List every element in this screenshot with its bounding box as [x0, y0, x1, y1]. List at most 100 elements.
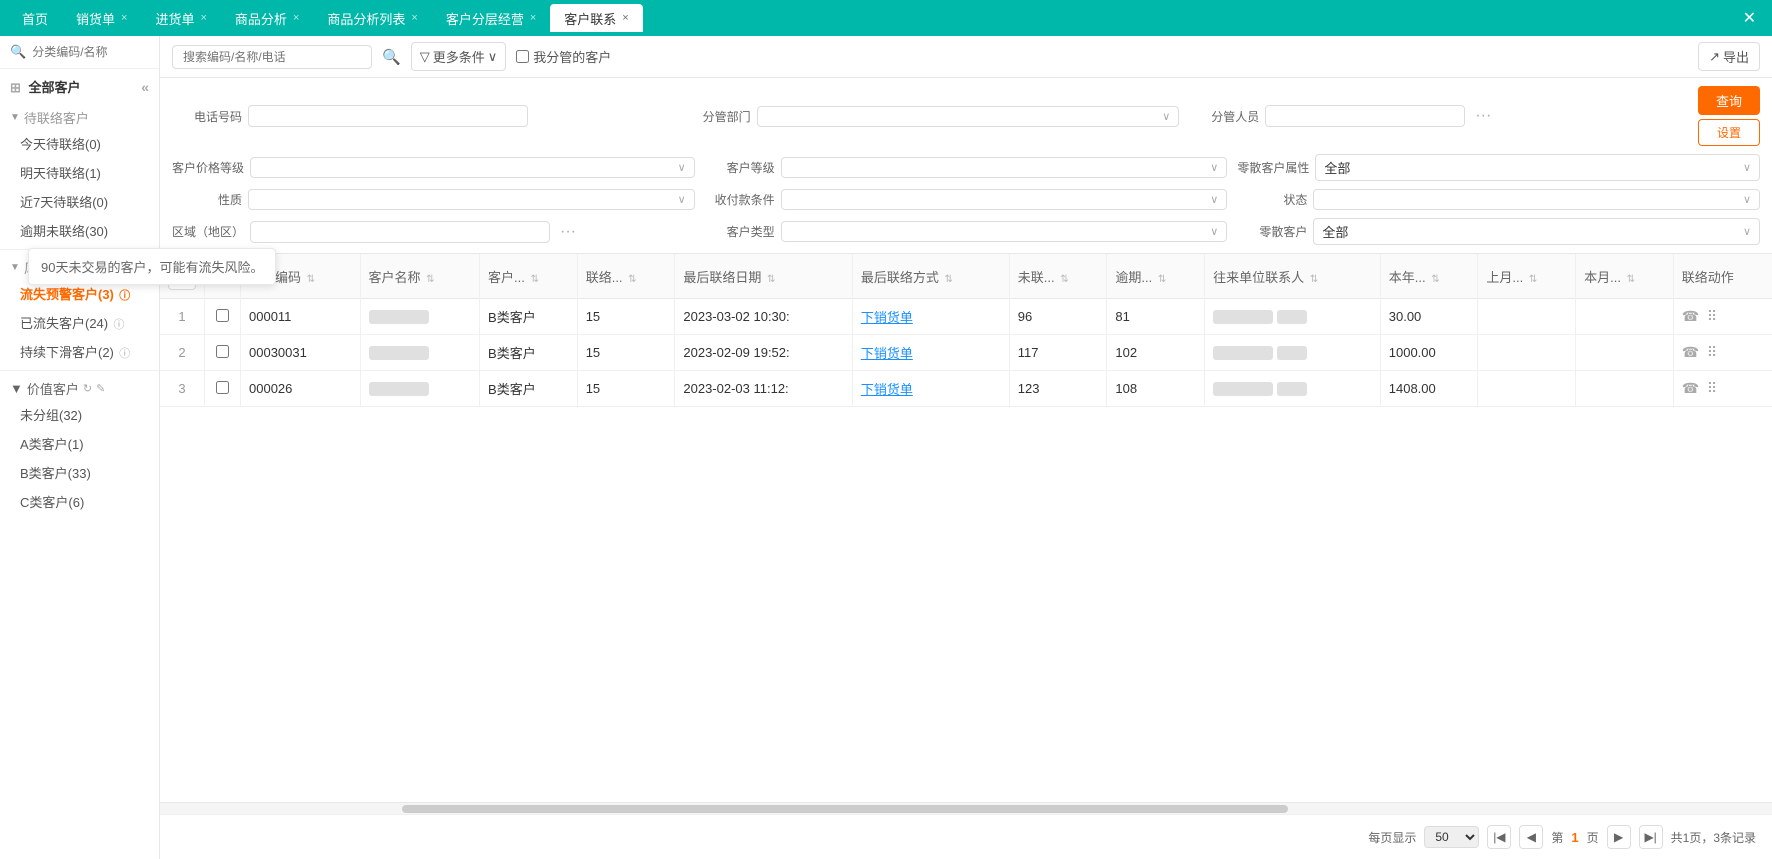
- customer-level-select[interactable]: ∨: [781, 157, 1228, 178]
- sidebar-collapse-btn[interactable]: «: [141, 79, 149, 95]
- td-last-method-2[interactable]: 下销货单: [852, 371, 1009, 407]
- my-customers-checkbox-area[interactable]: 我分管的客户: [516, 47, 611, 66]
- tab-sales[interactable]: 销货单 ×: [62, 4, 141, 32]
- action-phone-icon-0[interactable]: ☎: [1682, 308, 1699, 324]
- export-button[interactable]: ↗ 导出: [1698, 42, 1760, 71]
- td-row-num-1: 2: [160, 335, 205, 371]
- tab-goods-list-close[interactable]: ×: [411, 12, 417, 24]
- row-checkbox-2[interactable]: [216, 381, 229, 394]
- zero-customer-chevron: ∨: [1743, 225, 1751, 238]
- prev-page-button[interactable]: ◀: [1519, 825, 1543, 849]
- td-last-method-0[interactable]: 下销货单: [852, 299, 1009, 335]
- code-sort-icon[interactable]: ⇅: [307, 274, 315, 285]
- tooltip-text: 90天未交易的客户，可能有流失风险。: [41, 260, 160, 275]
- tab-purchase[interactable]: 进货单 ×: [141, 4, 220, 32]
- region-more-icon[interactable]: ···: [560, 223, 576, 241]
- staff-more-icon[interactable]: ···: [1475, 107, 1491, 125]
- staff-input[interactable]: [1265, 105, 1465, 127]
- price-level-select[interactable]: ∨: [250, 157, 695, 178]
- status-select[interactable]: ∨: [1313, 189, 1760, 210]
- action-more-icon-2[interactable]: ⠿: [1707, 380, 1717, 396]
- payment-select[interactable]: ∨: [781, 189, 1228, 210]
- zero-customer-select[interactable]: 全部 ∨: [1313, 218, 1760, 245]
- action-more-icon-0[interactable]: ⠿: [1707, 308, 1717, 324]
- filter-search-input[interactable]: [172, 45, 372, 69]
- action-phone-icon-1[interactable]: ☎: [1682, 344, 1699, 360]
- gender-select[interactable]: ∨: [248, 189, 695, 210]
- tab-home[interactable]: 首页: [8, 4, 62, 32]
- horizontal-scrollbar[interactable]: [160, 802, 1772, 814]
- sidebar-item-a-class[interactable]: A类客户(1): [0, 429, 159, 458]
- scrollbar-thumb[interactable]: [402, 805, 1289, 813]
- my-customers-checkbox[interactable]: [516, 50, 529, 63]
- sidebar-search-input[interactable]: [32, 45, 160, 59]
- first-page-button[interactable]: |◀: [1487, 825, 1511, 849]
- name-sort-icon[interactable]: ⇅: [426, 274, 434, 285]
- contacts-sort-icon[interactable]: ⇅: [1310, 274, 1318, 285]
- filter-more-button[interactable]: ▽ 更多条件 ∨: [411, 42, 507, 71]
- tab-purchase-close[interactable]: ×: [200, 12, 206, 24]
- this-year-sort-icon[interactable]: ⇅: [1431, 274, 1439, 285]
- tab-customer-tier-label: 客户分层经营: [446, 9, 524, 28]
- tab-goods-analysis[interactable]: 商品分析 ×: [221, 4, 313, 32]
- td-last-month-1: [1478, 335, 1576, 371]
- sidebar-item-declining[interactable]: 持续下滑客户(2) ⓘ: [0, 337, 159, 366]
- tab-customer-contact[interactable]: 客户联系 ×: [550, 4, 642, 32]
- overdue-sort-icon[interactable]: ⇅: [1158, 274, 1166, 285]
- per-page-select[interactable]: 50 100 200: [1424, 826, 1479, 848]
- phone-input[interactable]: [248, 105, 528, 127]
- settings-button[interactable]: 设置: [1698, 119, 1760, 146]
- customer-type-select[interactable]: ∨: [781, 221, 1228, 242]
- sidebar-divider-2: [0, 370, 159, 371]
- sidebar-item-today-pending[interactable]: 今天待联络(0): [0, 129, 159, 158]
- query-button[interactable]: 查询: [1698, 86, 1760, 115]
- zero-customer-value: 全部: [1322, 222, 1348, 241]
- sidebar-item-tomorrow-pending[interactable]: 明天待联络(1): [0, 158, 159, 187]
- row-checkbox-0[interactable]: [216, 309, 229, 322]
- this-month-sort-icon[interactable]: ⇅: [1627, 274, 1635, 285]
- customer-type-chevron: ∨: [1210, 225, 1218, 238]
- region-input[interactable]: [250, 221, 550, 243]
- window-close-button[interactable]: ✕: [1735, 8, 1764, 28]
- sidebar-item-overdue-pending[interactable]: 逾期未联络(30): [0, 216, 159, 245]
- status-chevron: ∨: [1743, 193, 1751, 206]
- filter-row-2: 客户价格等级 ∨ 客户等级 ∨ 零散客户属性 全部: [172, 154, 1760, 181]
- row-checkbox-1[interactable]: [216, 345, 229, 358]
- sidebar-item-c-class[interactable]: C类客户(6): [0, 487, 159, 516]
- th-action: 联络动作: [1673, 254, 1772, 299]
- sidebar-all-customers[interactable]: ⊞ 全部客户 «: [0, 69, 159, 104]
- sidebar-item-b-class[interactable]: B类客户(33): [0, 458, 159, 487]
- filter-field-price-level: 客户价格等级 ∨: [172, 157, 695, 178]
- filter-field-status: 状态 ∨: [1237, 189, 1760, 210]
- filter-bar: 🔍 ▽ 更多条件 ∨ 我分管的客户 ↗ 导出: [160, 36, 1772, 78]
- last-page-button[interactable]: ▶|: [1639, 825, 1663, 849]
- next-page-button[interactable]: ▶: [1607, 825, 1631, 849]
- td-last-method-1[interactable]: 下销货单: [852, 335, 1009, 371]
- export-icon: ↗: [1709, 49, 1720, 65]
- filter-search-button[interactable]: 🔍: [382, 48, 401, 66]
- type-sort-icon[interactable]: ⇅: [531, 274, 539, 285]
- value-edit-icon[interactable]: ✎: [96, 382, 105, 395]
- tab-customer-tier-close[interactable]: ×: [530, 12, 536, 24]
- sidebar-item-ungroup[interactable]: 未分组(32): [0, 400, 159, 429]
- tab-customer-contact-close[interactable]: ×: [622, 12, 628, 24]
- tab-customer-tier[interactable]: 客户分层经营 ×: [432, 4, 550, 32]
- last-method-sort-icon[interactable]: ⇅: [944, 274, 952, 285]
- sidebar-item-week-pending[interactable]: 近7天待联络(0): [0, 187, 159, 216]
- td-this-year-2: 1408.00: [1380, 371, 1478, 407]
- action-phone-icon-2[interactable]: ☎: [1682, 380, 1699, 396]
- action-more-icon-1[interactable]: ⠿: [1707, 344, 1717, 360]
- tab-sales-close[interactable]: ×: [121, 12, 127, 24]
- unlisted-sort-icon[interactable]: ⇅: [1060, 274, 1068, 285]
- last-month-sort-icon[interactable]: ⇅: [1529, 274, 1537, 285]
- filter-icon: ▽: [420, 49, 430, 65]
- td-this-month-1: [1576, 335, 1674, 371]
- tab-goods-analysis-close[interactable]: ×: [293, 12, 299, 24]
- zero-attr-select[interactable]: 全部 ∨: [1315, 154, 1760, 181]
- value-refresh-icon[interactable]: ↻: [83, 382, 92, 395]
- last-date-sort-icon[interactable]: ⇅: [767, 274, 775, 285]
- sidebar-item-churned[interactable]: 已流失客户(24) ⓘ: [0, 308, 159, 337]
- contact-sort-icon[interactable]: ⇅: [628, 274, 636, 285]
- dept-select[interactable]: ∨: [757, 106, 1180, 127]
- tab-goods-list[interactable]: 商品分析列表 ×: [313, 4, 431, 32]
